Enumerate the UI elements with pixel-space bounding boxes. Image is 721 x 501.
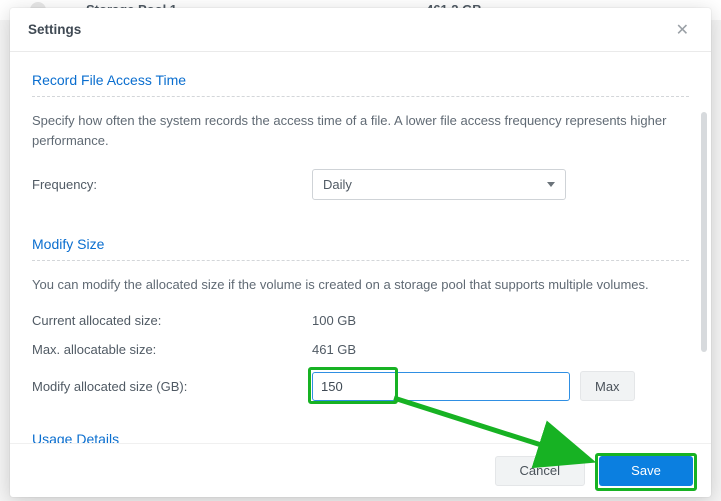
section-title-usage-details: Usage Details: [32, 427, 689, 443]
max-size-label: Max. allocatable size:: [32, 342, 312, 357]
current-size-value: 100 GB: [312, 313, 356, 328]
divider: [32, 96, 689, 97]
modal-body: Record File Access Time Specify how ofte…: [10, 52, 711, 443]
frequency-value: Daily: [323, 177, 352, 192]
modal-title: Settings: [28, 22, 81, 37]
record-access-description: Specify how often the system records the…: [32, 111, 672, 151]
modal-footer: Cancel Save: [10, 443, 711, 497]
frequency-label: Frequency:: [32, 177, 312, 192]
modify-size-row: Modify allocated size (GB): Max: [32, 371, 689, 401]
current-size-label: Current allocated size:: [32, 313, 312, 328]
section-title-record-access: Record File Access Time: [32, 68, 689, 96]
modal-header: Settings ✕: [10, 8, 711, 52]
max-size-row: Max. allocatable size: 461 GB: [32, 342, 689, 357]
close-icon[interactable]: ✕: [672, 16, 693, 44]
divider: [32, 260, 689, 261]
current-size-row: Current allocated size: 100 GB: [32, 313, 689, 328]
modify-size-input[interactable]: [312, 372, 570, 401]
modify-size-label: Modify allocated size (GB):: [32, 379, 312, 394]
scrollbar-thumb[interactable]: [701, 112, 707, 352]
max-size-value: 461 GB: [312, 342, 356, 357]
save-button[interactable]: Save: [599, 456, 693, 486]
chevron-down-icon: [547, 182, 555, 187]
section-title-modify-size: Modify Size: [32, 232, 689, 260]
frequency-row: Frequency: Daily: [32, 169, 689, 200]
modify-size-description: You can modify the allocated size if the…: [32, 275, 672, 295]
frequency-select[interactable]: Daily: [312, 169, 566, 200]
scrollbar[interactable]: [701, 112, 707, 382]
max-button[interactable]: Max: [580, 371, 635, 401]
settings-modal: Settings ✕ Record File Access Time Speci…: [10, 8, 711, 497]
cancel-button[interactable]: Cancel: [495, 456, 585, 486]
